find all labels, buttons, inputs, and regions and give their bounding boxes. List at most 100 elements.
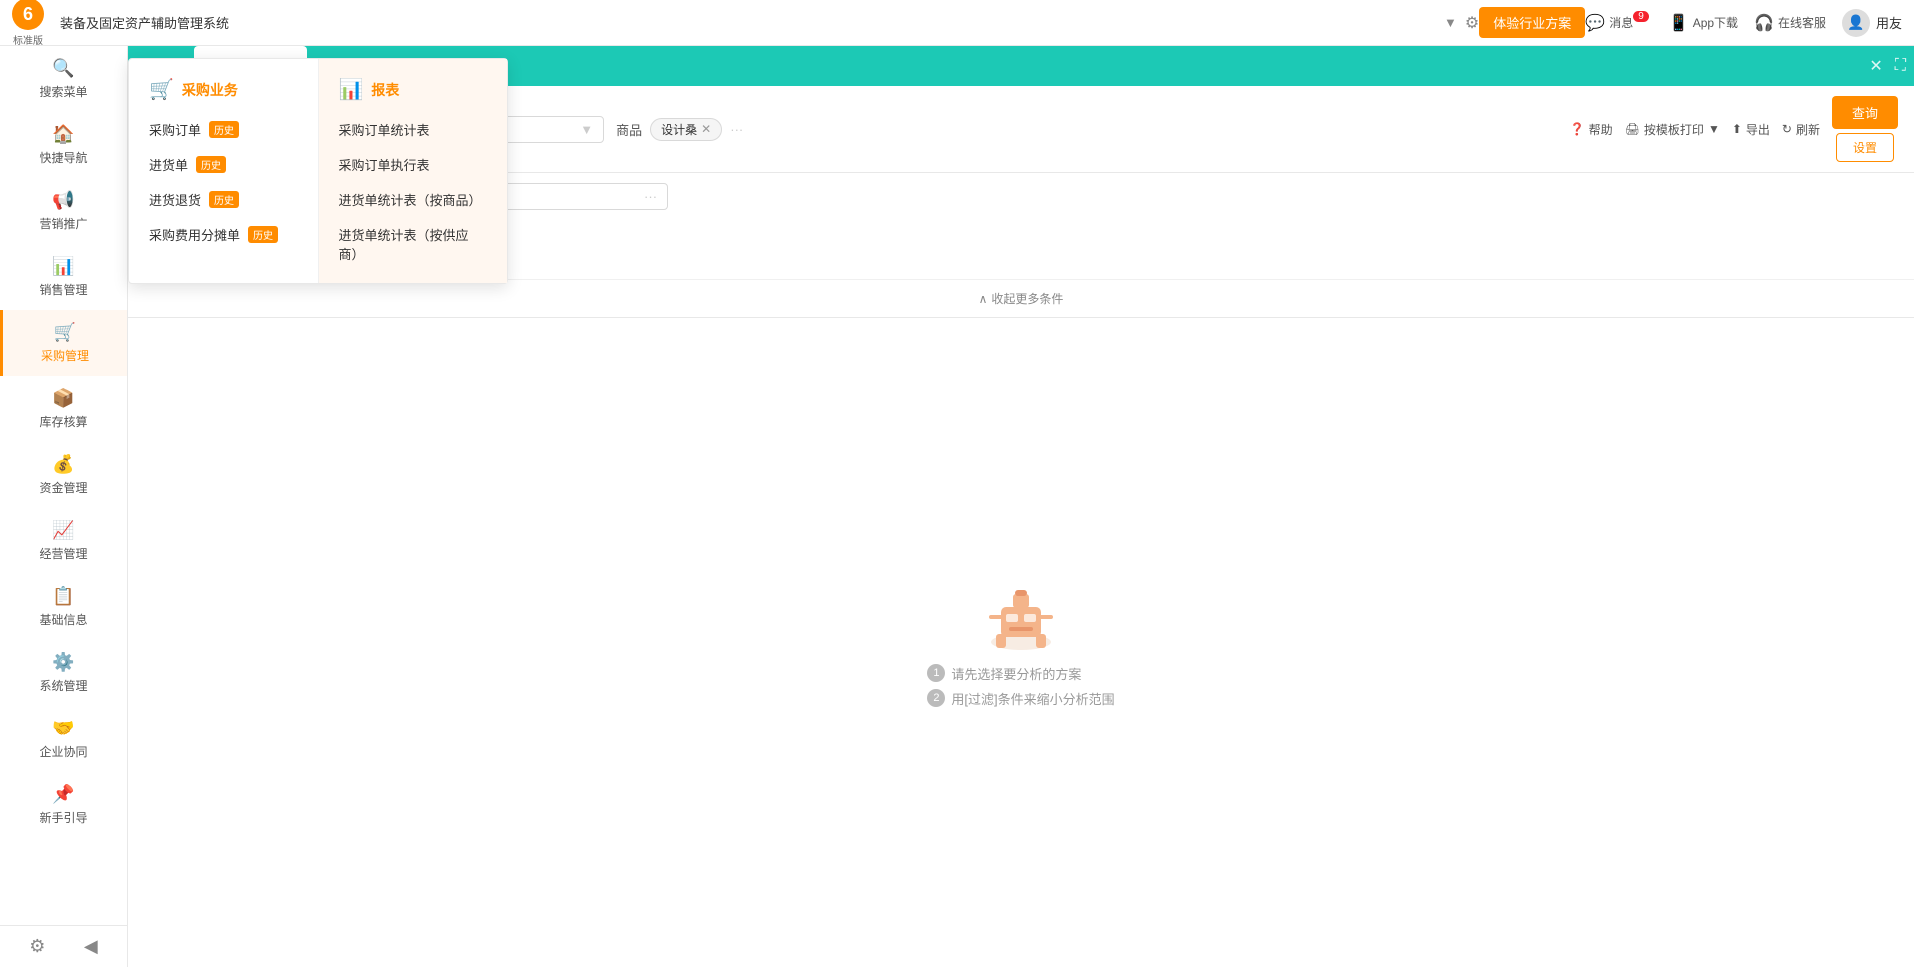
- sidebar-item-label: 销售管理: [39, 281, 87, 298]
- purchase-col: 🛒 采购业务 采购订单 历史 进货单 历史 进货退货 历史 采购费用分摊单 历史: [129, 59, 319, 283]
- history-badge-3: 历史: [248, 226, 278, 243]
- goods-tag: 设计桑 ✕: [650, 118, 722, 141]
- hint-dot-2: 2: [927, 689, 945, 707]
- history-badge-2: 历史: [209, 191, 239, 208]
- sidebar-item-cooperation[interactable]: 🤝 企业协同: [0, 706, 127, 772]
- help-circle-icon: ❓: [1570, 122, 1585, 136]
- salesman-dots[interactable]: ···: [644, 189, 657, 204]
- msg-icon: 💬: [1585, 13, 1605, 33]
- dropdown-item-po-stats[interactable]: 采购订单统计表: [319, 112, 508, 147]
- sidebar-item-basic[interactable]: 📋 基础信息: [0, 574, 127, 640]
- goods-tag-close[interactable]: ✕: [701, 122, 711, 136]
- logo-icon: 6: [12, 0, 44, 30]
- print-icon: 🖨: [1625, 122, 1640, 136]
- sidebar-item-label: 基础信息: [39, 611, 87, 628]
- logo-text: 标准版: [13, 32, 43, 47]
- collapse-row: ∧ 收起更多条件: [128, 279, 1914, 317]
- sidebar-item-sales[interactable]: 📊 销售管理: [0, 244, 127, 310]
- sidebar-item-label: 快捷导航: [39, 149, 87, 166]
- sidebar-item-newbie[interactable]: 📌 新手引导: [0, 772, 127, 838]
- settings-icon[interactable]: ⚙: [1465, 13, 1479, 33]
- sidebar-item-label: 经营管理: [39, 545, 87, 562]
- sidebar-item-label: 采购管理: [41, 347, 89, 364]
- report-col: 📊 报表 采购订单统计表 采购订单执行表 进货单统计表（按商品） 进货单统计表（…: [319, 59, 508, 283]
- sidebar-item-label: 资金管理: [39, 479, 87, 496]
- search-icon: 🔍: [52, 58, 74, 79]
- industry-btn[interactable]: 体验行业方案: [1479, 7, 1585, 38]
- sidebar-item-label: 库存核算: [39, 413, 87, 430]
- cart-icon: 🛒: [54, 322, 76, 343]
- box-icon: 📦: [52, 388, 74, 409]
- status-arrow-icon: ▼: [580, 122, 593, 137]
- sidebar-collapse-btn[interactable]: ◀: [84, 936, 98, 957]
- query-btn[interactable]: 查询: [1832, 96, 1898, 129]
- collapse-btn[interactable]: ∧ 收起更多条件: [979, 290, 1064, 307]
- purchase-header-icon: 🛒: [149, 77, 174, 102]
- print-dropdown-icon[interactable]: ▼: [1708, 122, 1720, 136]
- system-title: 装备及固定资产辅助管理系统: [60, 13, 1440, 32]
- sidebar-item-marketing[interactable]: 📢 营销推广: [0, 178, 127, 244]
- sidebar-item-quick[interactable]: 🏠 快捷导航: [0, 112, 127, 178]
- dropdown-item-po-exec[interactable]: 采购订单执行表: [319, 147, 508, 182]
- pin-icon: 📌: [52, 784, 74, 805]
- sidebar-item-stock[interactable]: 📦 库存核算: [0, 376, 127, 442]
- user-area[interactable]: 👤 用友: [1842, 9, 1902, 37]
- tab-bar-actions: ✕ ⛶: [1869, 56, 1906, 76]
- report-header-icon: 📊: [339, 77, 364, 102]
- handshake-icon: 🤝: [52, 718, 74, 739]
- tab-close-all-icon[interactable]: ✕: [1869, 56, 1882, 76]
- goods-label: 商品: [616, 120, 642, 139]
- print-btn[interactable]: 🖨 按模板打印 ▼: [1625, 121, 1720, 138]
- gear-icon: ⚙️: [52, 652, 74, 673]
- sidebar-item-purchase[interactable]: 🛒 采购管理: [0, 310, 127, 376]
- empty-state: 1 请先选择要分析的方案 2 用[过滤]条件来缩小分析范围: [128, 318, 1914, 967]
- sidebar-item-operation[interactable]: 📈 经营管理: [0, 508, 127, 574]
- sidebar-item-capital[interactable]: 💰 资金管理: [0, 442, 127, 508]
- refresh-icon: ↻: [1782, 122, 1792, 136]
- sidebar-item-label: 营销推广: [39, 215, 87, 232]
- collapse-up-icon: ∧: [979, 292, 988, 306]
- dropdown-item-stock-in[interactable]: 进货单 历史: [129, 147, 318, 182]
- sidebar-item-label: 企业协同: [39, 743, 87, 760]
- history-badge-0: 历史: [209, 121, 239, 138]
- megaphone-icon: 📢: [52, 190, 74, 211]
- online-service-btn[interactable]: 🎧 在线客服: [1754, 13, 1826, 33]
- operation-icon: 📈: [52, 520, 74, 541]
- help-btn[interactable]: ❓ 帮助: [1570, 121, 1613, 138]
- msg-btn[interactable]: 💬 消息 9: [1585, 13, 1653, 33]
- hint-dot-1: 1: [927, 664, 945, 682]
- dropdown-item-purchase-expense[interactable]: 采购费用分摊单 历史: [129, 217, 318, 252]
- headset-icon: 🎧: [1754, 13, 1774, 33]
- doc-icon: 📋: [52, 586, 74, 607]
- system-title-dropdown[interactable]: ▼: [1444, 15, 1457, 30]
- hint-2: 2 用[过滤]条件来缩小分析范围: [927, 689, 1114, 708]
- dropdown-item-purchase-order[interactable]: 采购订单 历史: [129, 112, 318, 147]
- phone-icon: 📱: [1669, 13, 1689, 33]
- export-btn[interactable]: ⬆ 导出: [1732, 121, 1770, 138]
- dropdown-item-stock-return[interactable]: 进货退货 历史: [129, 182, 318, 217]
- dropdown-item-stock-stats-goods[interactable]: 进货单统计表（按商品）: [319, 182, 508, 217]
- app-download-btn[interactable]: 📱 App下载: [1669, 13, 1738, 33]
- user-name: 用友: [1876, 13, 1902, 32]
- logo-area: 6 标准版: [12, 0, 44, 47]
- sidebar-item-label: 系统管理: [39, 677, 87, 694]
- sidebar: 🔍 搜索菜单 🏠 快捷导航 📢 营销推广 📊 销售管理 🛒 采购管理 📦: [0, 46, 128, 967]
- app-container: 6 标准版 装备及固定资产辅助管理系统 ▼ ⚙ 体验行业方案 💬 消息 9 📱 …: [0, 0, 1914, 967]
- sidebar-item-search[interactable]: 🔍 搜索菜单: [0, 46, 127, 112]
- set-btn[interactable]: 设置: [1836, 133, 1894, 162]
- money-icon: 💰: [52, 454, 74, 475]
- dropdown-item-stock-stats-supplier[interactable]: 进货单统计表（按供应商）: [319, 217, 508, 271]
- top-bar: 6 标准版 装备及固定资产辅助管理系统 ▼ ⚙ 体验行业方案 💬 消息 9 📱 …: [0, 0, 1914, 46]
- sidebar-bottom: ⚙ ◀: [0, 925, 127, 967]
- report-col-header: 📊 报表: [319, 71, 508, 112]
- sidebar-settings-btn[interactable]: ⚙: [29, 936, 45, 957]
- empty-hints: 1 请先选择要分析的方案 2 用[过滤]条件来缩小分析范围: [927, 664, 1114, 714]
- tab-fullscreen-icon[interactable]: ⛶: [1895, 57, 1906, 75]
- history-badge-1: 历史: [196, 156, 226, 173]
- chart-icon: 📊: [52, 256, 74, 277]
- sidebar-item-label: 新手引导: [39, 809, 87, 826]
- sidebar-item-system[interactable]: ⚙️ 系统管理: [0, 640, 127, 706]
- refresh-btn[interactable]: ↻ 刷新: [1782, 121, 1820, 138]
- goods-more-dots[interactable]: ···: [730, 122, 743, 137]
- export-icon: ⬆: [1732, 122, 1742, 136]
